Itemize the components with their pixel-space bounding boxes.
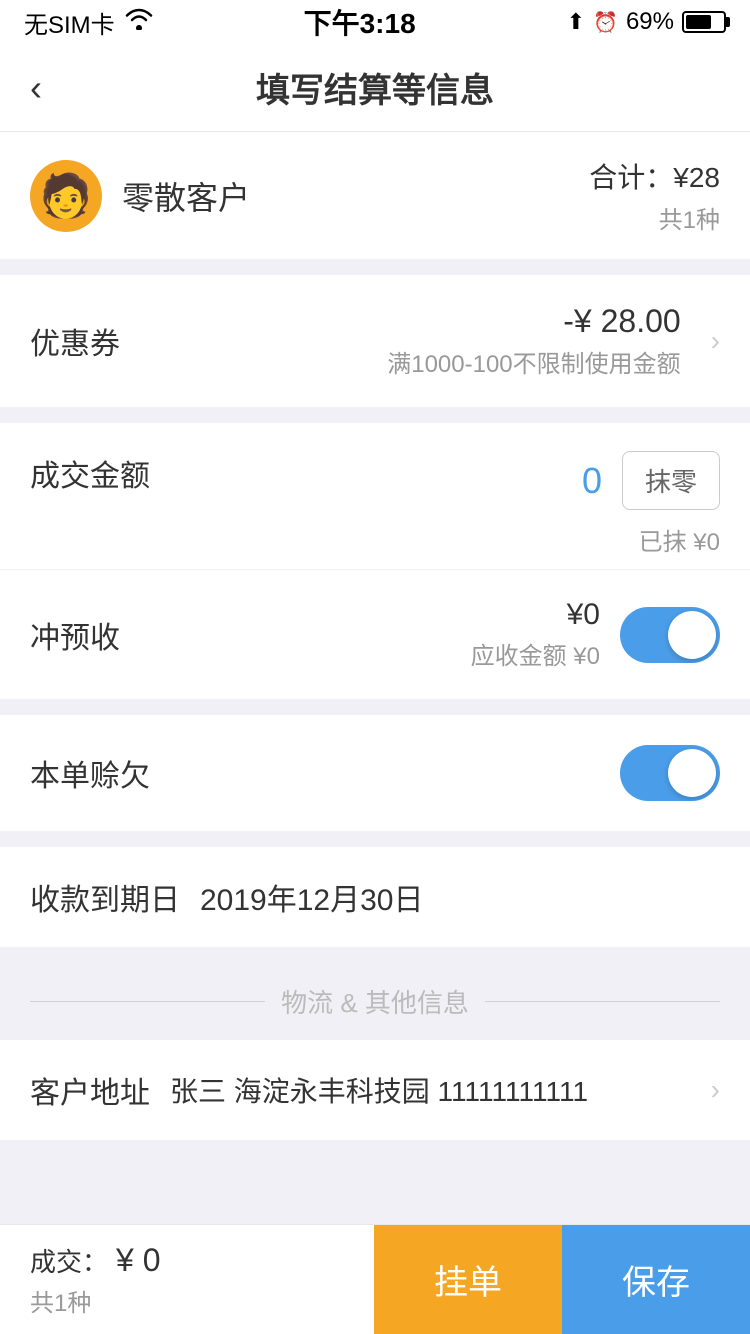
page-title: 填写结算等信息 <box>256 63 494 112</box>
coupon-discount: -¥ 28.00 <box>387 303 680 340</box>
pending-button[interactable]: 挂单 <box>374 1225 562 1334</box>
customer-name: 零散客户 <box>122 173 250 219</box>
debt-label: 本单赊欠 <box>30 751 150 795</box>
prepay-receivable: 应收金额 ¥0 <box>471 636 600 671</box>
content: 🧑 零散客户 合计：¥28 共1种 优惠券 -¥ 28.00 满1000-100… <box>0 132 750 1260</box>
battery-icon <box>682 11 726 33</box>
customer-info-left: 🧑 零散客户 <box>30 160 250 232</box>
address-chevron-icon: › <box>711 1074 720 1106</box>
bottom-summary: 成交： ¥ 0 共1种 <box>0 1242 374 1318</box>
debt-section: 本单赊欠 <box>0 715 750 831</box>
prepay-label: 冲预收 <box>30 613 120 657</box>
customer-section: 🧑 零散客户 合计：¥28 共1种 <box>0 132 750 259</box>
nav-bar: ‹ 填写结算等信息 <box>0 44 750 132</box>
customer-info-right: 合计：¥28 共1种 <box>589 156 720 235</box>
bottom-deal-amount: ¥ 0 <box>116 1242 160 1279</box>
status-bar-time: 下午3:18 <box>304 2 416 42</box>
coupon-chevron-icon: › <box>711 325 720 357</box>
debt-toggle[interactable] <box>620 745 720 801</box>
debt-toggle-knob <box>668 749 716 797</box>
coupon-label: 优惠券 <box>30 319 120 363</box>
no-sim-text: 无SIM卡 <box>24 5 115 40</box>
battery-fill <box>686 15 711 29</box>
customer-avatar: 🧑 <box>30 160 102 232</box>
logistics-divider-section: 物流 & 其他信息 <box>0 963 750 1040</box>
coupon-description: 满1000-100不限制使用金额 <box>387 344 680 379</box>
status-bar-left: 无SIM卡 <box>24 5 153 40</box>
zeroed-label: 已抹 ¥0 <box>639 522 720 557</box>
deal-amount-label: 成交金额 <box>30 451 150 495</box>
due-date-value: 2019年12月30日 <box>200 875 423 919</box>
address-label: 客户地址 <box>30 1068 150 1112</box>
bottom-deal-label: 成交： <box>30 1242 108 1279</box>
address-value: 张三 海淀永丰科技园 11111111111 <box>170 1070 681 1110</box>
deal-amount-value[interactable]: 0 <box>542 460 602 502</box>
bottom-bar: 成交： ¥ 0 共1种 挂单 保存 <box>0 1224 750 1334</box>
save-button[interactable]: 保存 <box>562 1225 750 1334</box>
logistics-divider-label: 物流 & 其他信息 <box>0 983 750 1020</box>
due-date-row: 收款到期日 2019年12月30日 <box>30 875 720 919</box>
coupon-right: -¥ 28.00 满1000-100不限制使用金额 <box>387 303 680 379</box>
prepay-row: 冲预收 ¥0 应收金额 ¥0 <box>0 570 750 699</box>
customer-total: 合计：¥28 <box>589 156 720 196</box>
address-section: 客户地址 张三 海淀永丰科技园 11111111111 › <box>0 1040 750 1140</box>
prepay-amount: ¥0 <box>471 598 600 632</box>
bottom-btn-group: 挂单 保存 <box>374 1225 750 1334</box>
coupon-value-group: -¥ 28.00 满1000-100不限制使用金额 › <box>387 303 720 379</box>
status-bar-right: ⬆ ⏰ 69% <box>567 8 726 36</box>
back-button[interactable]: ‹ <box>30 67 42 109</box>
deal-prepay-section: 成交金额 0 抹零 已抹 ¥0 冲预收 ¥0 应收金额 ¥0 <box>0 423 750 699</box>
divider-line-left <box>30 1001 265 1002</box>
coupon-row[interactable]: 优惠券 -¥ 28.00 满1000-100不限制使用金额 › <box>0 275 750 407</box>
debt-row: 本单赊欠 <box>0 715 750 831</box>
customer-count: 共1种 <box>589 200 720 235</box>
address-row[interactable]: 客户地址 张三 海淀永丰科技园 11111111111 › <box>0 1040 750 1140</box>
status-bar: 无SIM卡 下午3:18 ⬆ ⏰ 69% <box>0 0 750 44</box>
logistics-label-text: 物流 & 其他信息 <box>281 983 469 1020</box>
wifi-icon <box>125 8 153 37</box>
battery-percent: 69% <box>626 8 674 36</box>
round-zero-button[interactable]: 抹零 <box>622 451 720 510</box>
coupon-section: 优惠券 -¥ 28.00 满1000-100不限制使用金额 › <box>0 275 750 407</box>
alarm-icon: ⏰ <box>593 10 618 35</box>
prepay-toggle[interactable] <box>620 607 720 663</box>
location-icon: ⬆ <box>567 9 585 35</box>
toggle-knob <box>668 611 716 659</box>
deal-amount-row: 成交金额 0 抹零 已抹 ¥0 <box>0 423 750 570</box>
avatar-icon: 🧑 <box>40 175 92 217</box>
divider-line-right <box>485 1001 720 1002</box>
due-date-section: 收款到期日 2019年12月30日 <box>0 847 750 947</box>
bottom-deal-count: 共1种 <box>30 1283 344 1318</box>
due-date-label: 收款到期日 <box>30 875 180 919</box>
